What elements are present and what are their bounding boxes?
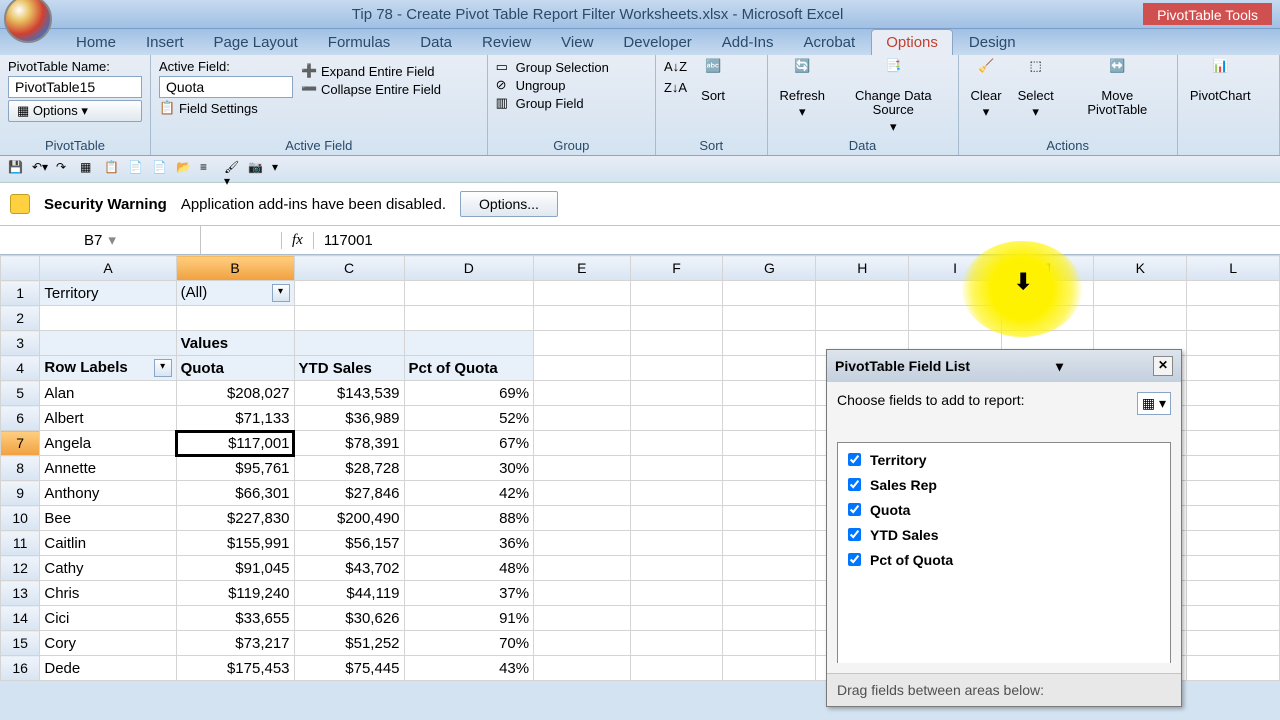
pivotchart-button[interactable]: 📊PivotChart	[1186, 59, 1255, 103]
row-header[interactable]: 1	[1, 281, 40, 306]
drag-fields-label: Drag fields between areas below:	[827, 673, 1181, 706]
tab-add-ins[interactable]: Add-Ins	[708, 30, 788, 55]
field-territory[interactable]: Territory	[842, 447, 1166, 472]
tab-acrobat[interactable]: Acrobat	[790, 30, 870, 55]
group-field-button[interactable]: ▥Group Field	[496, 95, 609, 111]
ungroup-button[interactable]: ⊘Ungroup	[496, 77, 609, 93]
redo-icon[interactable]: ↷	[56, 160, 74, 178]
group-label-group: Group	[496, 138, 647, 153]
field-pct-of-quota[interactable]: Pct of Quota	[842, 547, 1166, 572]
security-warning-title: Security Warning	[44, 196, 167, 213]
col-header-D[interactable]: D	[404, 256, 534, 281]
pt-options-button[interactable]: ▦ Options ▾	[8, 100, 142, 122]
tab-review[interactable]: Review	[468, 30, 545, 55]
field-sales-rep[interactable]: Sales Rep	[842, 472, 1166, 497]
field-quota[interactable]: Quota	[842, 497, 1166, 522]
security-warning-msg: Application add-ins have been disabled.	[181, 196, 446, 213]
tab-view[interactable]: View	[547, 30, 607, 55]
sort-button[interactable]: 🔤Sort	[695, 59, 731, 103]
undo-icon[interactable]: ↶▾	[32, 160, 50, 178]
change-data-source-button[interactable]: 📑Change Data Source ▾	[837, 59, 949, 134]
formula-bar[interactable]: 117001	[314, 232, 383, 249]
qat-icon[interactable]: ≡	[200, 160, 218, 178]
qat-more-icon[interactable]: ▾	[272, 160, 290, 178]
window-title: Tip 78 - Create Pivot Table Report Filte…	[60, 6, 1135, 23]
field-settings-button[interactable]: 📋Field Settings	[159, 100, 293, 116]
pivot-field-list-panel[interactable]: PivotTable Field List ▾ ✕ ▦ ▾ Choose fie…	[826, 349, 1182, 707]
field-checkbox[interactable]	[848, 528, 861, 541]
clear-button[interactable]: 🧹Clear▾	[967, 59, 1006, 120]
tab-developer[interactable]: Developer	[609, 30, 705, 55]
pt-name-label: PivotTable Name:	[8, 59, 142, 74]
field-list-layout-button[interactable]: ▦ ▾	[1137, 392, 1171, 415]
col-header-E[interactable]: E	[534, 256, 630, 281]
move-pt-button[interactable]: ↔️Move PivotTable	[1066, 59, 1169, 118]
af-label: Active Field:	[159, 59, 293, 74]
field-checkbox[interactable]	[848, 478, 861, 491]
col-header-B[interactable]: B	[176, 256, 294, 281]
group-label-data: Data	[776, 138, 950, 153]
tab-data[interactable]: Data	[406, 30, 466, 55]
field-checkbox[interactable]	[848, 553, 861, 566]
field-checkbox[interactable]	[848, 503, 861, 516]
col-header-C[interactable]: C	[294, 256, 404, 281]
tab-options[interactable]: Options	[871, 29, 953, 55]
group-label-activefield: Active Field	[159, 138, 479, 153]
sort-desc-icon[interactable]: Z↓A	[664, 80, 687, 95]
qat-icon[interactable]: 📋	[104, 160, 122, 178]
filter-dropdown-icon[interactable]: ▾	[272, 284, 290, 302]
group-label-sort: Sort	[664, 138, 759, 153]
tab-design[interactable]: Design	[955, 30, 1030, 55]
pt-name-input[interactable]	[8, 76, 142, 98]
refresh-button[interactable]: 🔄Refresh▾	[776, 59, 830, 120]
contextual-tools-label: PivotTable Tools	[1143, 3, 1272, 25]
af-input[interactable]	[159, 76, 293, 98]
tab-insert[interactable]: Insert	[132, 30, 198, 55]
tab-home[interactable]: Home	[62, 30, 130, 55]
group-label-pivottable: PivotTable	[8, 138, 142, 153]
security-options-button[interactable]: Options...	[460, 191, 558, 217]
fx-icon[interactable]: fx	[281, 232, 314, 249]
qat-icon[interactable]: 📄	[152, 160, 170, 178]
group-label-actions: Actions	[967, 138, 1169, 153]
field-list-dropdown-icon[interactable]: ▾	[1056, 358, 1063, 375]
qat-icon[interactable]: ▦	[80, 160, 98, 178]
col-header-I[interactable]: I	[909, 256, 1001, 281]
col-header-G[interactable]: G	[723, 256, 816, 281]
rowlabel-dropdown-icon[interactable]: ▾	[154, 359, 172, 377]
col-header-H[interactable]: H	[816, 256, 909, 281]
tab-formulas[interactable]: Formulas	[314, 30, 405, 55]
save-icon[interactable]: 💾	[8, 160, 26, 178]
sort-asc-icon[interactable]: A↓Z	[664, 59, 687, 74]
col-header-K[interactable]: K	[1094, 256, 1187, 281]
qat-icon[interactable]: 📄	[128, 160, 146, 178]
close-icon[interactable]: ✕	[1153, 356, 1173, 376]
col-header-A[interactable]: A	[40, 256, 176, 281]
warning-icon	[10, 194, 30, 214]
qat-icon[interactable]: 🖌▾	[224, 160, 242, 178]
group-selection-button[interactable]: ▭Group Selection	[496, 59, 609, 75]
select-button[interactable]: ⬚Select▾	[1014, 59, 1058, 120]
qat-icon[interactable]: 📂	[176, 160, 194, 178]
field-checkbox[interactable]	[848, 453, 861, 466]
cursor-icon: ⬇	[1014, 269, 1032, 295]
collapse-field-button[interactable]: ➖Collapse Entire Field	[301, 81, 441, 97]
field-ytd-sales[interactable]: YTD Sales	[842, 522, 1166, 547]
col-header-L[interactable]: L	[1187, 256, 1280, 281]
field-list-title: PivotTable Field List	[835, 358, 970, 374]
tab-page-layout[interactable]: Page Layout	[200, 30, 312, 55]
name-box[interactable]: B7▾	[0, 226, 201, 254]
col-header-F[interactable]: F	[630, 256, 723, 281]
choose-fields-label: Choose fields to add to report:	[837, 392, 1171, 408]
qat-icon[interactable]: 📷	[248, 160, 266, 178]
expand-field-button[interactable]: ➕Expand Entire Field	[301, 63, 441, 79]
